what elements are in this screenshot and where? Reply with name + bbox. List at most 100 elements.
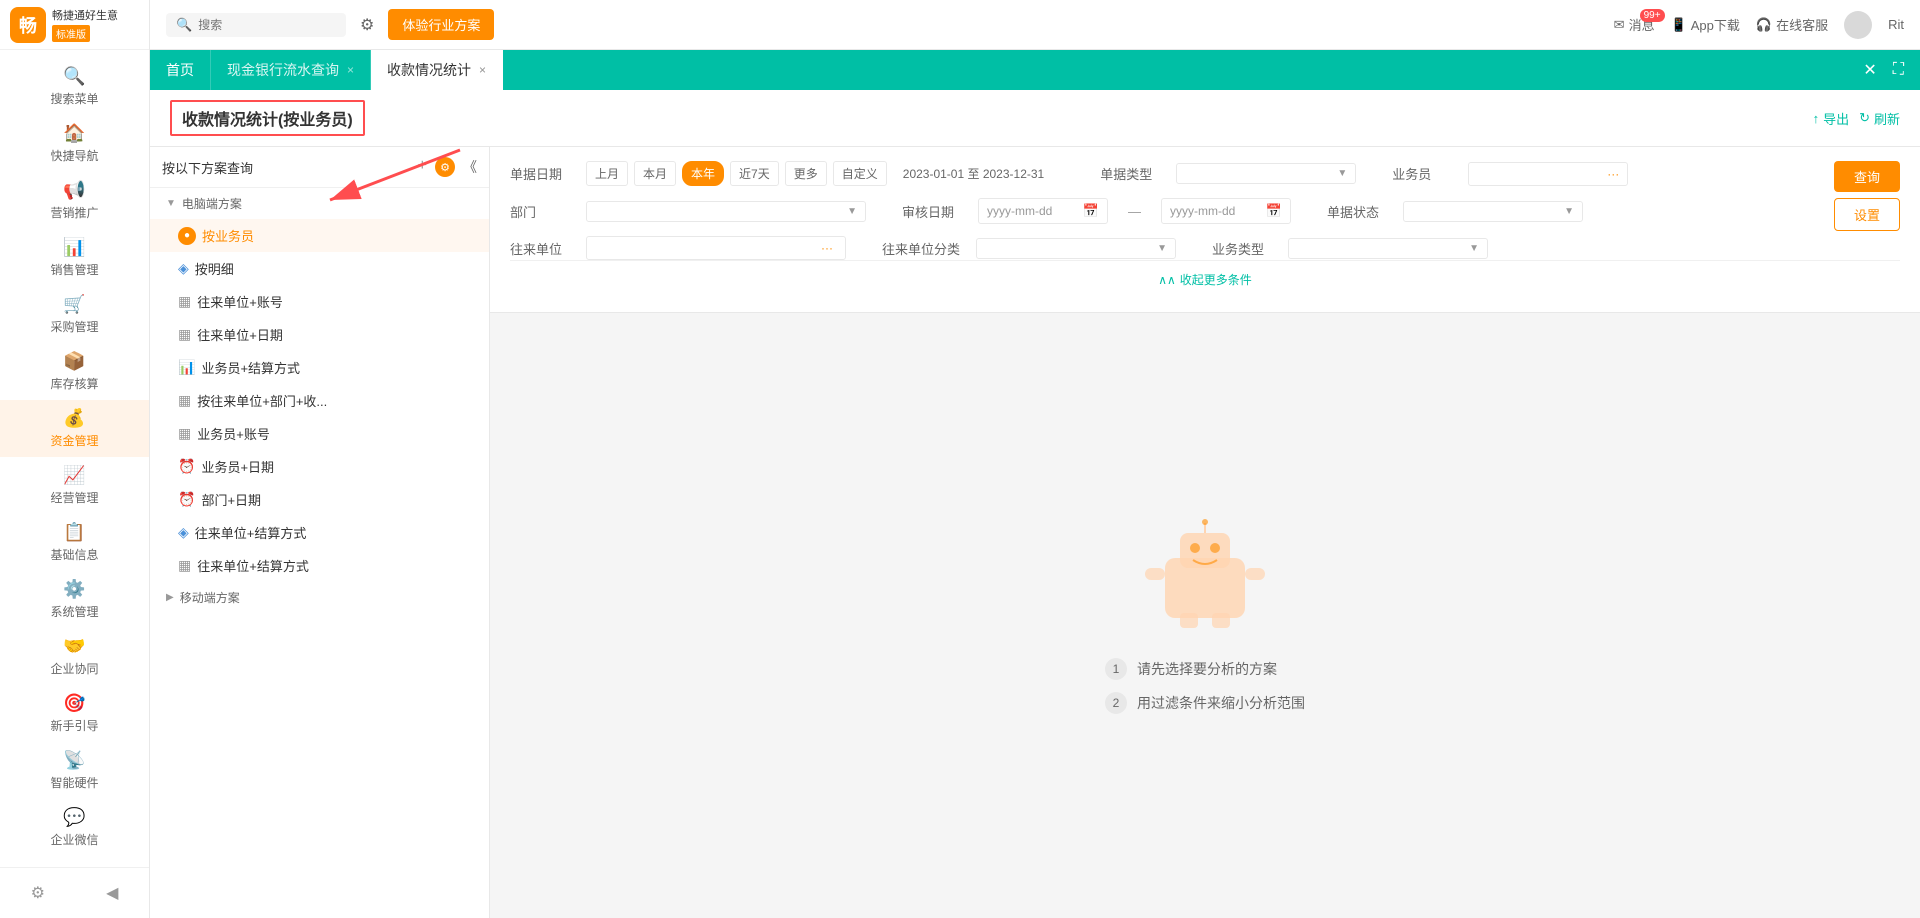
sidebar-item-finance[interactable]: 💰 资金管理: [0, 400, 149, 457]
dept-chevron-icon: ▼: [847, 206, 857, 217]
collapse-bar[interactable]: ∧∧ 收起更多条件: [510, 260, 1900, 298]
sidebar-item-operation[interactable]: 📈 经营管理: [0, 457, 149, 514]
counterpart-select[interactable]: ···: [586, 236, 846, 260]
partner-payment2-icon: ▦: [178, 557, 191, 574]
tree-item-dept-date-label: 部门+日期: [201, 490, 261, 509]
sidebar-item-basic[interactable]: 📋 基础信息: [0, 514, 149, 571]
tree-mobile-header[interactable]: ▶ 移动端方案: [150, 582, 489, 613]
date-btn-more[interactable]: 更多: [785, 161, 827, 186]
sidebar-item-wechat[interactable]: 💬 企业微信: [0, 799, 149, 856]
tree-item-salesman-date-label: 业务员+日期: [201, 457, 274, 476]
tab-bar: 首页 现金银行流水查询 × 收款情况统计 × ✕ ⛶: [150, 50, 1920, 90]
topbar-online-service[interactable]: 🎧 在线客服: [1756, 15, 1828, 34]
sidebar-collapse-icon[interactable]: ◀: [101, 878, 123, 908]
sidebar-settings-icon[interactable]: ⚙: [26, 878, 50, 908]
topbar-search-box[interactable]: 🔍: [166, 13, 346, 37]
tree-item-salesman-date[interactable]: ⏰ 业务员+日期: [150, 450, 489, 483]
date-btn-this-month[interactable]: 本月: [634, 161, 676, 186]
step-1-num: 1: [1105, 658, 1127, 680]
user-avatar[interactable]: [1844, 11, 1872, 39]
tree-item-dept-combined[interactable]: ▦ 按往来单位+部门+收...: [150, 384, 489, 417]
tab-home[interactable]: 首页: [150, 50, 211, 90]
topbar-gear-icon[interactable]: ⚙: [356, 11, 378, 39]
topbar-solution-button[interactable]: 体验行业方案: [388, 9, 494, 40]
salesman-icon: ●: [178, 227, 196, 245]
review-date-to-input[interactable]: yyyy-mm-dd 📅: [1161, 198, 1291, 224]
logo: 畅 畅捷通好生意 标准版: [0, 0, 149, 50]
tree-item-partner-payment1[interactable]: ◈ 往来单位+结算方式: [150, 516, 489, 549]
query-button[interactable]: 查询: [1834, 161, 1900, 192]
tree-item-salesman-label: 按业务员: [202, 226, 254, 245]
robot-svg: [1135, 518, 1275, 638]
member-icon: V: [68, 864, 81, 867]
tree-item-dept-date[interactable]: ⏰ 部门+日期: [150, 483, 489, 516]
tree-item-partner-account[interactable]: ▦ 往来单位+账号: [150, 285, 489, 318]
sidebar-item-inventory[interactable]: 📦 库存核算: [0, 343, 149, 400]
sidebar-item-hardware[interactable]: 📡 智能硬件: [0, 742, 149, 799]
tree-item-partner-payment2[interactable]: ▦ 往来单位+结算方式: [150, 549, 489, 582]
sidebar-item-newguide[interactable]: 🎯 新手引导: [0, 685, 149, 742]
calendar-from-icon: 📅: [1083, 203, 1099, 219]
tab-bank[interactable]: 现金银行流水查询 ×: [211, 50, 371, 90]
content-wrapper: 按以下方案查询 + ⚙ 《 ▼ 电脑端方案: [150, 147, 1920, 918]
settings-button[interactable]: 设置: [1834, 198, 1900, 231]
tree-desktop-header[interactable]: ▼ 电脑端方案: [150, 188, 489, 219]
topbar: 🔍 ⚙ 体验行业方案 ✉ 消息 99+ 📱 App下载 🎧 在线: [150, 0, 1920, 50]
tree-item-detail[interactable]: ◈ 按明细: [150, 252, 489, 285]
filter-area: 单据日期 上月 本月 本年 近7天 更多 自定义: [490, 147, 1920, 313]
counterpart-more-icon[interactable]: ···: [821, 241, 833, 255]
sidebar-item-purchase-label: 采购管理: [50, 318, 98, 335]
sidebar-item-member[interactable]: V 畅会员: [0, 856, 149, 867]
dept-select[interactable]: ▼: [586, 201, 866, 222]
bill-type-select[interactable]: ▼: [1176, 163, 1356, 184]
tree-item-salesman-account[interactable]: ▦ 业务员+账号: [150, 417, 489, 450]
sidebar-item-quicknav-label: 快捷导航: [50, 147, 98, 164]
tab-collection[interactable]: 收款情况统计 ×: [371, 50, 503, 90]
dept-date-icon: ⏰: [178, 491, 195, 508]
sidebar-item-search[interactable]: 🔍 搜索菜单: [0, 58, 149, 115]
salesman-select[interactable]: ···: [1468, 162, 1628, 186]
username-label[interactable]: Rit: [1888, 17, 1904, 32]
date-btn-this-year[interactable]: 本年: [682, 161, 724, 186]
filter-settings-icon[interactable]: ⚙: [435, 157, 455, 177]
sidebar-item-system[interactable]: ⚙️ 系统管理: [0, 571, 149, 628]
filter-panel: 按以下方案查询 + ⚙ 《 ▼ 电脑端方案: [150, 147, 490, 918]
bill-status-chevron-icon: ▼: [1564, 206, 1574, 217]
topbar-app-download[interactable]: 📱 App下载: [1671, 15, 1740, 34]
filter-collapse-icon[interactable]: 《: [463, 157, 477, 177]
topbar-search-input[interactable]: [198, 18, 318, 32]
sidebar-footer: ⚙ ◀: [0, 867, 149, 918]
review-date-from-input[interactable]: yyyy-mm-dd 📅: [978, 198, 1108, 224]
sidebar-item-purchase[interactable]: 🛒 采购管理: [0, 286, 149, 343]
tree-item-salesman-payment[interactable]: 📊 业务员+结算方式: [150, 351, 489, 384]
topbar-message[interactable]: ✉ 消息 99+: [1614, 15, 1655, 34]
tab-close-all-icon[interactable]: ✕: [1859, 56, 1880, 84]
tab-fullscreen-icon[interactable]: ⛶: [1889, 57, 1908, 83]
refresh-icon: ↻: [1859, 110, 1870, 126]
sidebar-item-enterprise[interactable]: 🤝 企业协同: [0, 628, 149, 685]
tree-item-partner-account-label: 往来单位+账号: [197, 292, 283, 311]
salesman-more-icon[interactable]: ···: [1607, 167, 1619, 181]
tab-collection-close-icon[interactable]: ×: [479, 63, 486, 77]
refresh-button[interactable]: ↻ 刷新: [1859, 109, 1900, 128]
date-btn-7days[interactable]: 近7天: [730, 161, 779, 186]
date-btn-last-month[interactable]: 上月: [586, 161, 628, 186]
tree-item-salesman[interactable]: ● 按业务员: [150, 219, 489, 252]
collapse-up-icon: ∧∧: [1158, 273, 1176, 287]
enterprise-icon: 🤝: [63, 636, 85, 657]
tree-mobile-label: 移动端方案: [180, 589, 240, 606]
date-btn-custom[interactable]: 自定义: [833, 161, 887, 186]
biz-type-select[interactable]: ▼: [1288, 238, 1488, 259]
page-content: 收款情况统计(按业务员) ↑ 导出 ↻ 刷新: [150, 90, 1920, 918]
filter-add-icon[interactable]: +: [418, 157, 427, 177]
bill-status-select[interactable]: ▼: [1403, 201, 1583, 222]
sidebar-item-marketing[interactable]: 📢 营销推广: [0, 172, 149, 229]
filter-panel-header: 按以下方案查询 + ⚙ 《: [150, 147, 489, 188]
sidebar-item-quicknav[interactable]: 🏠 快捷导航: [0, 115, 149, 172]
main-content: 🔍 ⚙ 体验行业方案 ✉ 消息 99+ 📱 App下载 🎧 在线: [150, 0, 1920, 918]
tab-bank-close-icon[interactable]: ×: [347, 63, 354, 77]
export-button[interactable]: ↑ 导出: [1813, 109, 1850, 128]
sidebar-item-sales[interactable]: 📊 销售管理: [0, 229, 149, 286]
counterpart-category-select[interactable]: ▼: [976, 238, 1176, 259]
tree-item-partner-date[interactable]: ▦ 往来单位+日期: [150, 318, 489, 351]
